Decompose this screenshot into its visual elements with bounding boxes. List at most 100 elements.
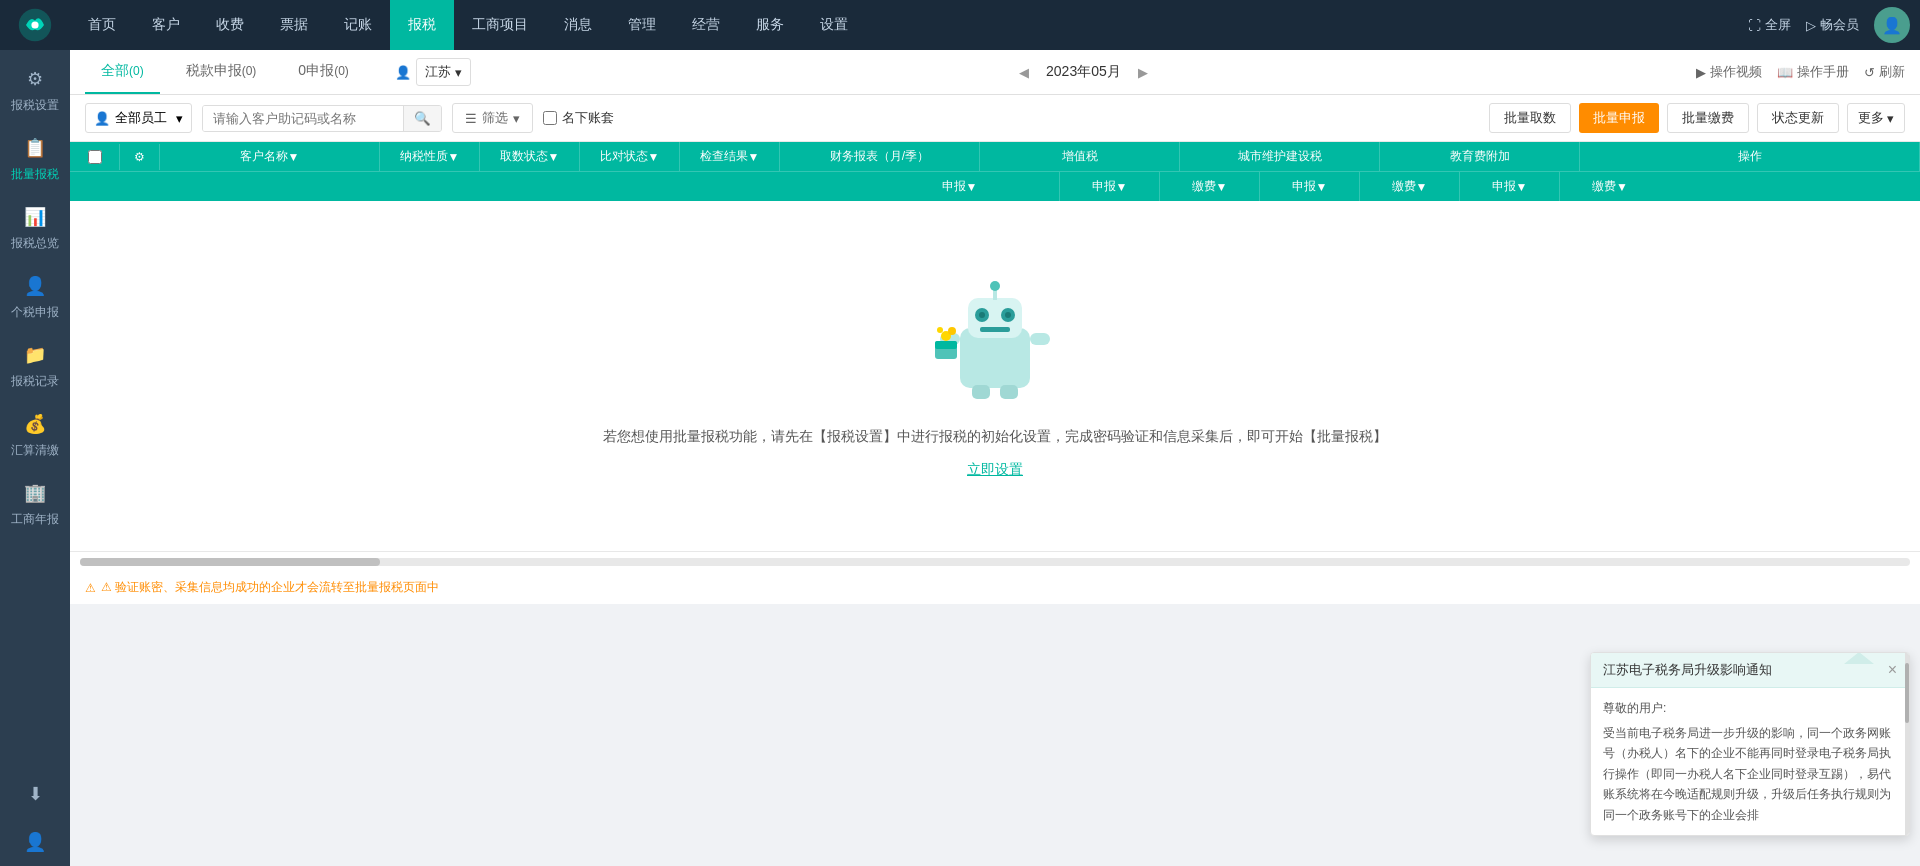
play-icon: ▶ — [1696, 65, 1706, 80]
nav-settings[interactable]: 设置 — [802, 0, 866, 50]
notification-scrollbar[interactable] — [1905, 653, 1909, 835]
setup-link[interactable]: 立即设置 — [967, 461, 1023, 479]
nav-fee[interactable]: 收费 — [198, 0, 262, 50]
nav-message[interactable]: 消息 — [546, 0, 610, 50]
toolbar: 👤 全部员工 ▾ 🔍 ☰ 筛选 ▾ 名下账套 批量取数 批量申报 批量缴费 状态… — [70, 95, 1920, 142]
member-icon: ▷ — [1806, 18, 1816, 33]
filter-city-pay-icon[interactable]: ▼ — [1416, 180, 1428, 194]
avatar[interactable]: 👤 — [1874, 7, 1910, 43]
filter-vat-pay-icon[interactable]: ▼ — [1216, 180, 1228, 194]
member-btn[interactable]: ▷ 畅会员 — [1806, 16, 1859, 34]
next-month-btn[interactable]: ▶ — [1131, 60, 1155, 84]
more-btn[interactable]: 更多 ▾ — [1847, 103, 1905, 133]
notification-scroll-thumb[interactable] — [1905, 663, 1909, 723]
logo[interactable] — [10, 0, 60, 50]
tab-zero-declare[interactable]: 0申报 (0) — [282, 50, 364, 94]
download-icon: ⬇ — [21, 780, 49, 808]
top-filter-section: 全部 (0) 税款申报 (0) 0申报 (0) 👤 江苏 ▾ ◀ — [70, 50, 1920, 95]
nav-manage[interactable]: 管理 — [610, 0, 674, 50]
filter-city-declare-icon[interactable]: ▼ — [1316, 180, 1328, 194]
employee-selector[interactable]: 👤 全部员工 ▾ — [85, 103, 192, 133]
filter-financial-declare-icon[interactable]: ▼ — [966, 180, 978, 194]
prev-month-btn[interactable]: ◀ — [1012, 60, 1036, 84]
th-check-result: 检查结果 ▼ — [680, 142, 780, 171]
sidebar-item-tax-overview[interactable]: 📊 报税总览 — [0, 193, 70, 262]
notification-greeting: 尊敬的用户: — [1603, 698, 1897, 718]
th-vat-pay: 缴费 ▼ — [1160, 172, 1260, 201]
toolbar-right: 批量取数 批量申报 批量缴费 状态更新 更多 ▾ — [1489, 103, 1905, 133]
filter-vat-declare-icon[interactable]: ▼ — [1116, 180, 1128, 194]
filter-edu-declare-icon[interactable]: ▼ — [1516, 180, 1528, 194]
svg-point-17 — [990, 281, 1000, 291]
batch-declare-btn[interactable]: 批量申报 — [1579, 103, 1659, 133]
subaccount-checkbox-label[interactable]: 名下账套 — [543, 109, 614, 127]
svg-rect-10 — [1030, 333, 1050, 345]
individual-tax-icon: 👤 — [21, 272, 49, 300]
table-header-row1: ⚙ 客户名称 ▼ 纳税性质 ▼ 取数状态 ▼ 比对状态 ▼ — [70, 142, 1920, 172]
top-right-actions: ⛶ 全屏 ▷ 畅会员 👤 — [1748, 7, 1910, 43]
filter-fetch-status-icon[interactable]: ▼ — [548, 150, 560, 164]
close-btn[interactable]: × — [1888, 662, 1897, 678]
nav-tax[interactable]: 报税 — [390, 0, 454, 50]
nav-customer[interactable]: 客户 — [134, 0, 198, 50]
scroll-track[interactable] — [80, 558, 1910, 566]
sidebar-item-individual-tax[interactable]: 👤 个税申报 — [0, 262, 70, 331]
filter-edu-pay-icon[interactable]: ▼ — [1616, 180, 1628, 194]
th-edu-pay: 缴费 ▼ — [1560, 172, 1660, 201]
th-edu-declare: 申报 ▼ — [1460, 172, 1560, 201]
sidebar-item-annual-report[interactable]: 🏢 工商年报 — [0, 469, 70, 538]
video-link[interactable]: ▶ 操作视频 — [1696, 63, 1762, 81]
select-all-checkbox[interactable] — [88, 150, 102, 164]
chevron-down-icon: ▾ — [455, 65, 462, 80]
th-settings[interactable]: ⚙ — [120, 144, 160, 170]
svg-point-1 — [31, 21, 38, 28]
subaccount-checkbox[interactable] — [543, 111, 557, 125]
search-button[interactable]: 🔍 — [403, 106, 441, 131]
tab-all[interactable]: 全部 (0) — [85, 50, 160, 94]
province-selector[interactable]: 江苏 ▾ — [416, 58, 471, 86]
filter-btn[interactable]: ☰ 筛选 ▾ — [452, 103, 533, 133]
search-area: 🔍 — [202, 105, 442, 132]
filter-compare-status-icon[interactable]: ▼ — [648, 150, 660, 164]
current-date: 2023年05月 — [1046, 63, 1121, 81]
sidebar-user[interactable]: 👤 — [0, 818, 70, 866]
batch-fetch-btn[interactable]: 批量取数 — [1489, 103, 1571, 133]
sidebar-item-settlement[interactable]: 💰 汇算清缴 — [0, 400, 70, 469]
sidebar-download[interactable]: ⬇ — [0, 770, 70, 818]
nav-bizproject[interactable]: 工商项目 — [454, 0, 546, 50]
status-update-btn[interactable]: 状态更新 — [1757, 103, 1839, 133]
th-checkbox[interactable] — [70, 144, 120, 170]
notification-title: 江苏电子税务局升级影响通知 — [1603, 661, 1772, 679]
fullscreen-btn[interactable]: ⛶ 全屏 — [1748, 16, 1791, 34]
sidebar-item-batch-tax[interactable]: 📋 批量报税 — [0, 124, 70, 193]
nav-home[interactable]: 首页 — [70, 0, 134, 50]
tax-records-icon: 📁 — [21, 341, 49, 369]
filter-check-result-icon[interactable]: ▼ — [748, 150, 760, 164]
th-fetch-status: 取数状态 ▼ — [480, 142, 580, 171]
manual-link[interactable]: 📖 操作手册 — [1777, 63, 1849, 81]
tab-row: 全部 (0) 税款申报 (0) 0申报 (0) 👤 江苏 ▾ ◀ — [70, 50, 1920, 94]
scroll-thumb[interactable] — [80, 558, 380, 566]
warning-text: ⚠ ⚠ 验证账密、采集信息均成功的企业才会流转至批量报税页面中 — [85, 579, 439, 596]
person-icon: 👤 — [94, 111, 110, 126]
dropdown-icon: ▾ — [176, 111, 183, 126]
nav-invoice[interactable]: 票据 — [262, 0, 326, 50]
batch-tax-icon: 📋 — [21, 134, 49, 162]
nav-operation[interactable]: 经营 — [674, 0, 738, 50]
nav-bookkeeping[interactable]: 记账 — [326, 0, 390, 50]
svg-rect-12 — [935, 341, 957, 349]
sidebar-item-tax-records[interactable]: 📁 报税记录 — [0, 331, 70, 400]
batch-pay-btn[interactable]: 批量缴费 — [1667, 103, 1749, 133]
nav-service[interactable]: 服务 — [738, 0, 802, 50]
svg-point-15 — [937, 327, 943, 333]
sidebar-item-tax-settings[interactable]: ⚙ 报税设置 — [0, 55, 70, 124]
th-vat: 增值税 — [980, 142, 1180, 171]
warning-icon: ⚠ — [85, 581, 96, 595]
table-header: ⚙ 客户名称 ▼ 纳税性质 ▼ 取数状态 ▼ 比对状态 ▼ — [70, 142, 1920, 201]
svg-point-6 — [979, 312, 985, 318]
tab-tax-declare[interactable]: 税款申报 (0) — [170, 50, 273, 94]
search-input[interactable] — [203, 106, 403, 131]
filter-tax-nature-icon[interactable]: ▼ — [448, 150, 460, 164]
refresh-link[interactable]: ↺ 刷新 — [1864, 63, 1905, 81]
filter-customer-icon[interactable]: ▼ — [288, 150, 300, 164]
